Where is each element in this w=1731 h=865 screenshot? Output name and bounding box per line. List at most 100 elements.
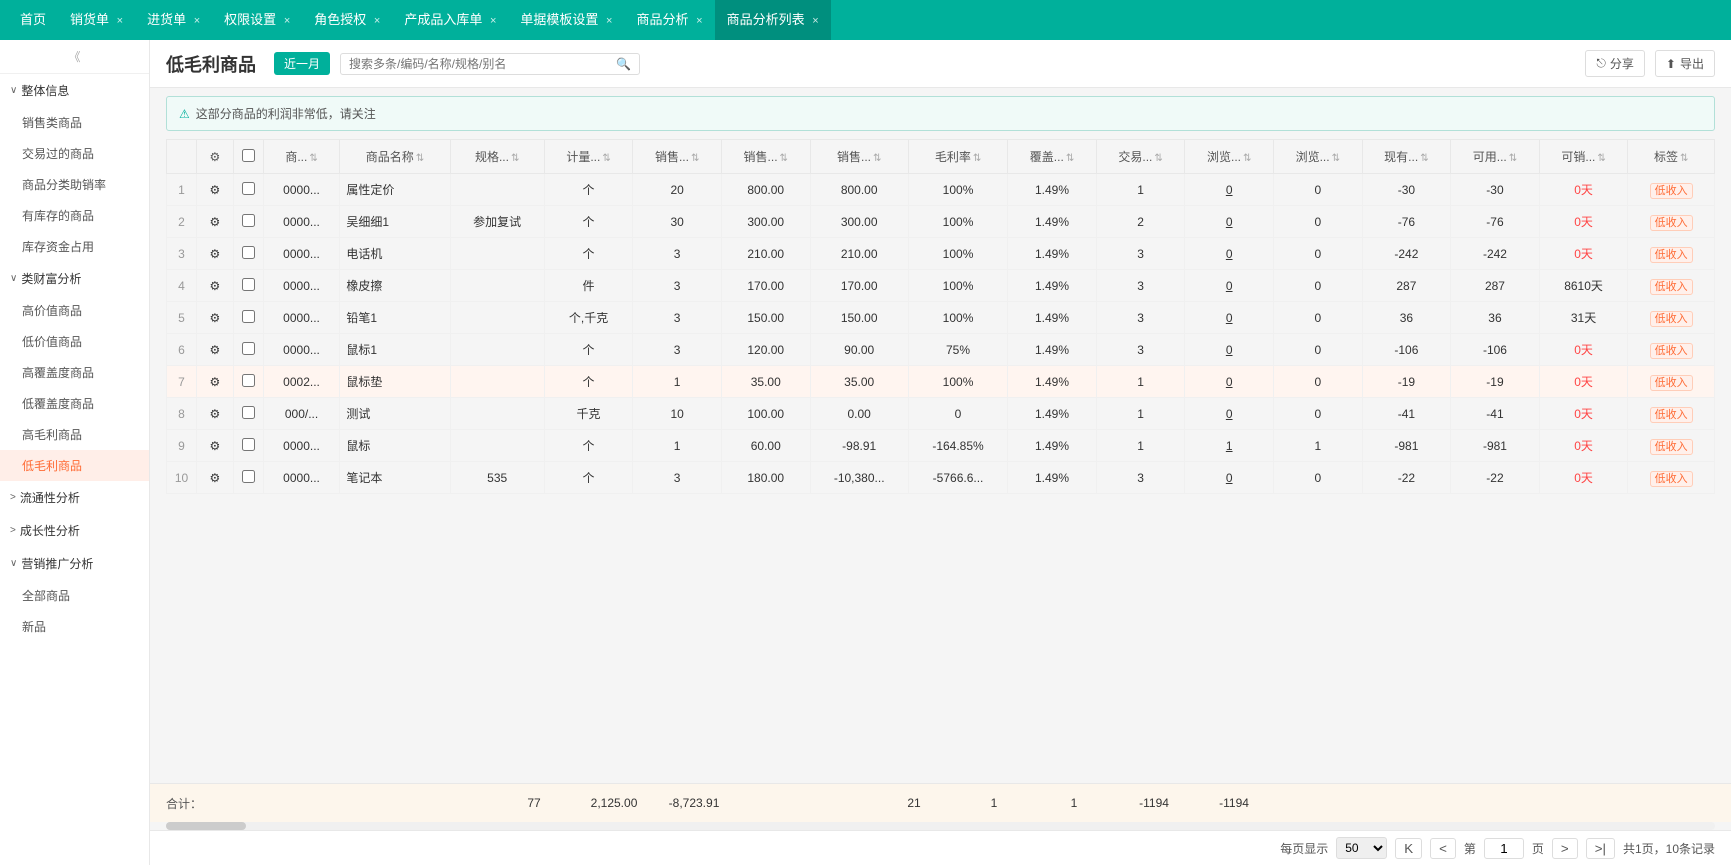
- row-settings-icon[interactable]: ⚙: [197, 430, 234, 462]
- sidebar-item-low-value[interactable]: 低价值商品: [0, 326, 149, 357]
- sidebar-collapse-btn[interactable]: 《: [0, 40, 149, 74]
- row-settings-icon[interactable]: ⚙: [197, 206, 234, 238]
- col-available[interactable]: 可用...⇅: [1451, 140, 1540, 174]
- nav-goods-analysis-close[interactable]: ×: [696, 15, 702, 27]
- sidebar-item-all-goods[interactable]: 全部商品: [0, 580, 149, 611]
- nav-product-entry[interactable]: 产成品入库单 ×: [392, 0, 508, 40]
- row-settings-icon[interactable]: ⚙: [197, 174, 234, 206]
- row-browse1[interactable]: 0: [1185, 302, 1274, 334]
- row-settings-icon[interactable]: ⚙: [197, 398, 234, 430]
- col-code[interactable]: 商...⇅: [263, 140, 340, 174]
- horizontal-scrollbar[interactable]: [166, 822, 1715, 830]
- select-all-checkbox[interactable]: [242, 149, 255, 162]
- col-unit[interactable]: 计量...⇅: [544, 140, 633, 174]
- sidebar-item-high-value[interactable]: 高价值商品: [0, 295, 149, 326]
- row-checkbox[interactable]: [233, 174, 263, 206]
- sidebar-group-marketing-title[interactable]: ∨ 营销推广分析: [0, 547, 149, 580]
- sidebar-group-wealth-title[interactable]: ∨ 类财富分析: [0, 262, 149, 295]
- col-browse1[interactable]: 浏览...⇅: [1185, 140, 1274, 174]
- col-tag[interactable]: 标签⇅: [1628, 140, 1715, 174]
- col-sales-amount[interactable]: 销售...⇅: [810, 140, 908, 174]
- sidebar-item-high-coverage[interactable]: 高覆盖度商品: [0, 357, 149, 388]
- search-icon[interactable]: 🔍: [616, 57, 631, 71]
- sidebar-item-stock-capital[interactable]: 库存资金占用: [0, 231, 149, 262]
- share-button[interactable]: ⎋ 分享: [1585, 50, 1645, 77]
- sidebar-item-new-goods[interactable]: 新品: [0, 611, 149, 642]
- nav-sales[interactable]: 销货单 ×: [58, 0, 135, 40]
- row-settings-icon[interactable]: ⚙: [197, 334, 234, 366]
- row-browse1[interactable]: 0: [1185, 270, 1274, 302]
- row-checkbox[interactable]: [233, 302, 263, 334]
- row-settings-icon[interactable]: ⚙: [197, 302, 234, 334]
- col-sales-qty[interactable]: 销售...⇅: [633, 140, 722, 174]
- col-gross-rate[interactable]: 毛利率⇅: [908, 140, 1007, 174]
- page-size-select[interactable]: 50 100 200: [1336, 837, 1387, 859]
- row-checkbox[interactable]: [233, 238, 263, 270]
- col-name[interactable]: 商品名称⇅: [340, 140, 450, 174]
- nav-goods-analysis-list[interactable]: 商品分析列表 ×: [715, 0, 831, 40]
- row-browse1[interactable]: 0: [1185, 398, 1274, 430]
- col-settings[interactable]: ⚙: [197, 140, 234, 174]
- row-browse1[interactable]: 0: [1185, 206, 1274, 238]
- sidebar-item-stocked-goods[interactable]: 有库存的商品: [0, 200, 149, 231]
- nav-role-auth-close[interactable]: ×: [374, 15, 380, 27]
- row-checkbox[interactable]: [233, 270, 263, 302]
- search-input[interactable]: [349, 57, 616, 71]
- nav-goods-analysis[interactable]: 商品分析 ×: [624, 0, 714, 40]
- nav-product-entry-close[interactable]: ×: [490, 15, 496, 27]
- row-settings-icon[interactable]: ⚙: [197, 238, 234, 270]
- nav-purchase-close[interactable]: ×: [194, 15, 200, 27]
- col-browse2[interactable]: 浏览...⇅: [1273, 140, 1362, 174]
- row-checkbox[interactable]: [233, 462, 263, 494]
- col-checkbox[interactable]: [233, 140, 263, 174]
- nav-template-close[interactable]: ×: [606, 15, 612, 27]
- nav-permissions-close[interactable]: ×: [284, 15, 290, 27]
- nav-purchase[interactable]: 进货单 ×: [135, 0, 212, 40]
- row-browse1[interactable]: 1: [1185, 430, 1274, 462]
- row-checkbox[interactable]: [233, 334, 263, 366]
- col-sales-price[interactable]: 销售...⇅: [721, 140, 810, 174]
- row-settings-icon[interactable]: ⚙: [197, 462, 234, 494]
- first-page-btn[interactable]: K: [1395, 838, 1422, 859]
- last-page-btn[interactable]: >|: [1586, 838, 1615, 859]
- row-browse1[interactable]: 0: [1185, 462, 1274, 494]
- nav-permissions[interactable]: 权限设置 ×: [212, 0, 302, 40]
- table-container[interactable]: ⚙ 商...⇅ 商品名称⇅ 规格...⇅ 计量...⇅ 销售...⇅ 销售...…: [150, 139, 1731, 783]
- row-browse1[interactable]: 0: [1185, 334, 1274, 366]
- col-saleable[interactable]: 可销...⇅: [1539, 140, 1628, 174]
- page-number-input[interactable]: [1484, 838, 1524, 859]
- row-checkbox[interactable]: [233, 398, 263, 430]
- filter-recent-month-btn[interactable]: 近一月: [274, 52, 330, 75]
- row-browse1[interactable]: 0: [1185, 238, 1274, 270]
- sidebar-item-traded-goods[interactable]: 交易过的商品: [0, 138, 149, 169]
- sidebar-group-overall-title[interactable]: ∨ 整体信息: [0, 74, 149, 107]
- nav-template-settings[interactable]: 单据模板设置 ×: [508, 0, 624, 40]
- prev-page-btn[interactable]: <: [1430, 838, 1456, 859]
- total-label: 共1页，10条记录: [1623, 840, 1715, 857]
- row-browse1[interactable]: 0: [1185, 174, 1274, 206]
- row-settings-icon[interactable]: ⚙: [197, 366, 234, 398]
- export-button[interactable]: ⬆ 导出: [1655, 50, 1715, 77]
- nav-home[interactable]: 首页: [8, 0, 58, 40]
- col-spec[interactable]: 规格...⇅: [450, 140, 544, 174]
- sidebar-item-high-margin[interactable]: 高毛利商品: [0, 419, 149, 450]
- nav-goods-list-close[interactable]: ×: [812, 15, 818, 27]
- row-checkbox[interactable]: [233, 366, 263, 398]
- nav-role-auth[interactable]: 角色授权 ×: [302, 0, 392, 40]
- sidebar-item-low-margin[interactable]: 低毛利商品: [0, 450, 149, 481]
- nav-sales-close[interactable]: ×: [117, 15, 123, 27]
- col-transaction[interactable]: 交易...⇅: [1096, 140, 1185, 174]
- row-checkbox[interactable]: [233, 430, 263, 462]
- col-coverage[interactable]: 覆盖...⇅: [1008, 140, 1097, 174]
- sidebar-item-category-rate[interactable]: 商品分类助销率: [0, 169, 149, 200]
- next-page-btn[interactable]: >: [1552, 838, 1578, 859]
- row-browse1[interactable]: 0: [1185, 366, 1274, 398]
- row-checkbox[interactable]: [233, 206, 263, 238]
- sidebar-group-growth-title[interactable]: > 成长性分析: [0, 514, 149, 547]
- row-settings-icon[interactable]: ⚙: [197, 270, 234, 302]
- sidebar-item-sales-goods[interactable]: 销售类商品: [0, 107, 149, 138]
- scroll-thumb[interactable]: [166, 822, 246, 830]
- sidebar-group-flow-title[interactable]: > 流通性分析: [0, 481, 149, 514]
- col-current-stock[interactable]: 现有...⇅: [1362, 140, 1451, 174]
- sidebar-item-low-coverage[interactable]: 低覆盖度商品: [0, 388, 149, 419]
